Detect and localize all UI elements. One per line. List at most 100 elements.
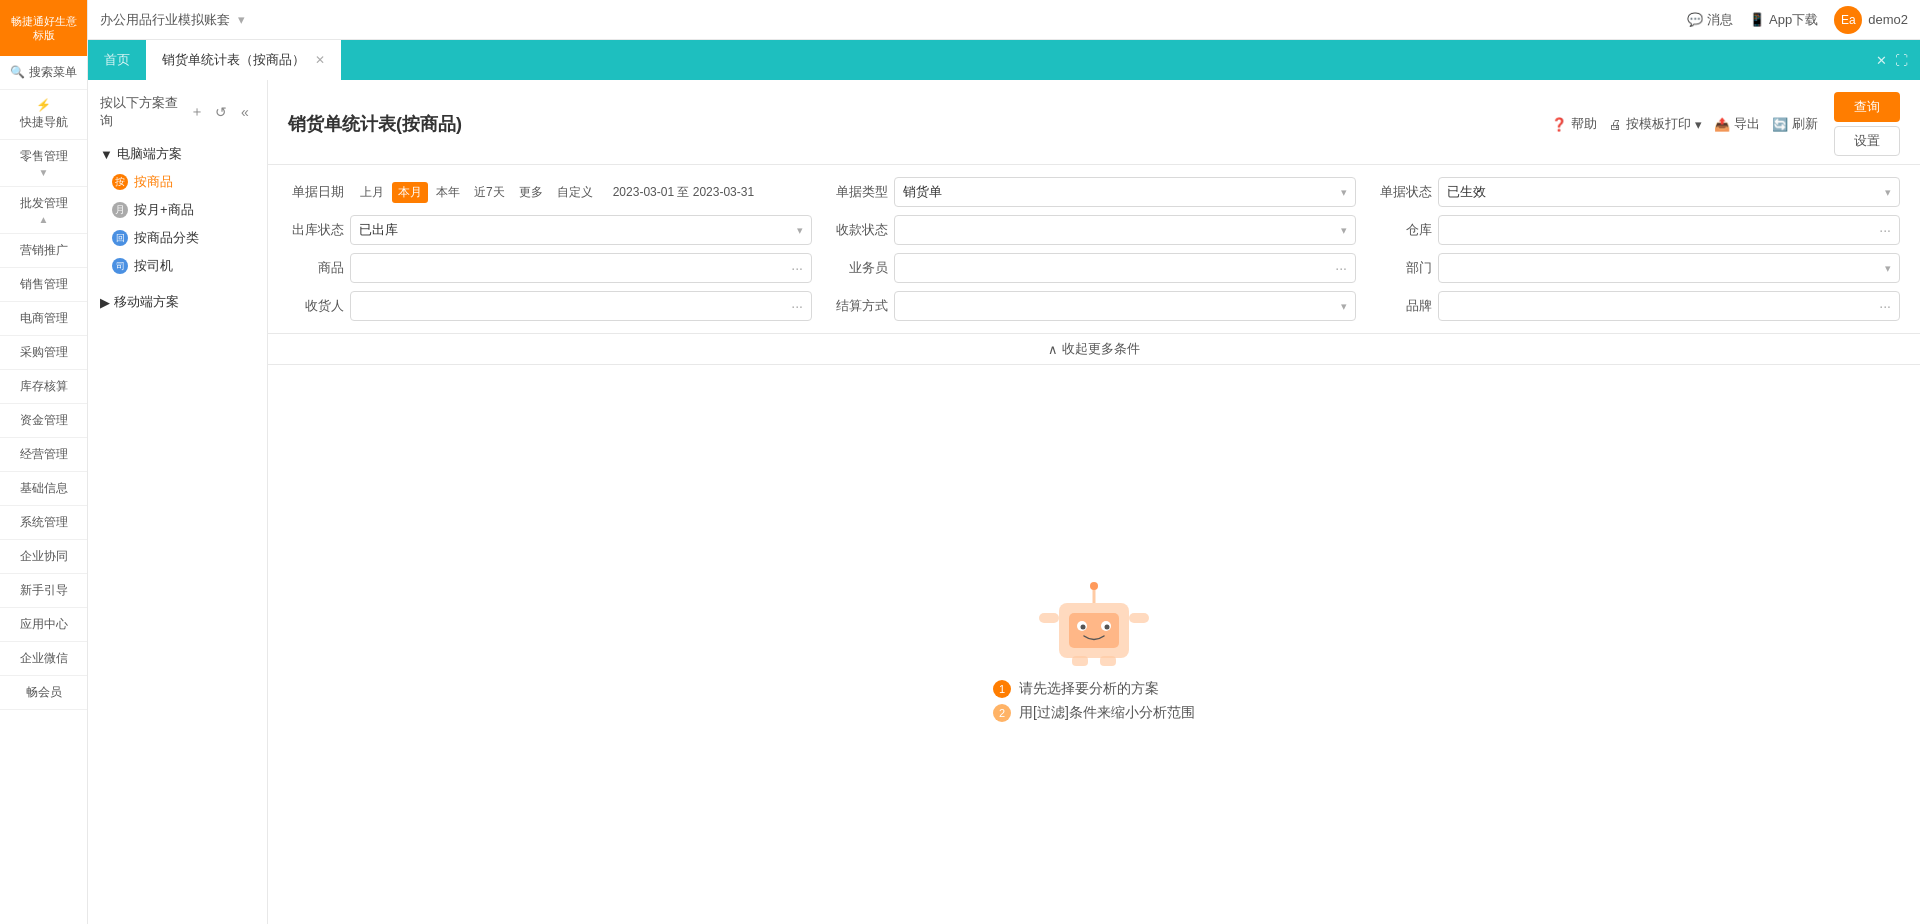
- sidebar-item-retail[interactable]: 零售管理 ▼: [0, 140, 87, 187]
- dropdown-arrow-icon[interactable]: ▾: [238, 12, 245, 27]
- settlement-arrow-icon: ▾: [1341, 300, 1347, 313]
- phone-icon: 📱: [1749, 12, 1765, 27]
- doc-type-control[interactable]: 销货单 ▾: [894, 177, 1356, 207]
- settlement-control[interactable]: ▾: [894, 291, 1356, 321]
- header-left: 办公用品行业模拟账套 ▾: [100, 11, 245, 29]
- goods-dots-icon: ···: [791, 260, 803, 276]
- tab-minimize-icon[interactable]: ✕: [1876, 53, 1887, 68]
- tree-item-by-driver[interactable]: 司 按司机: [88, 252, 267, 280]
- logo-subtext: 标版: [33, 28, 55, 42]
- doc-type-value: 销货单: [903, 183, 1337, 201]
- filter-row-2: 出库状态 已出库 ▾ 收款状态 ▾: [288, 215, 1900, 245]
- tree-item-by-month-goods[interactable]: 月 按月+商品: [88, 196, 267, 224]
- date-range-value: 2023-03-01 至 2023-03-31: [613, 184, 754, 201]
- empty-state: 1 请先选择要分析的方案 2 用[过滤]条件来缩小分析范围: [268, 365, 1920, 924]
- svg-point-4: [1081, 624, 1086, 629]
- sidebar-item-finance[interactable]: 资金管理: [0, 404, 87, 438]
- app-download-btn[interactable]: 📱 App下载: [1749, 11, 1818, 29]
- sidebar-item-sales[interactable]: 销售管理: [0, 268, 87, 302]
- filter-row-3: 商品 ··· 业务员 ···: [288, 253, 1900, 283]
- filter-goods: 商品 ···: [288, 253, 812, 283]
- doc-status-label: 单据状态: [1376, 183, 1432, 201]
- add-solution-btn[interactable]: ＋: [187, 102, 207, 122]
- empty-tips: 1 请先选择要分析的方案 2 用[过滤]条件来缩小分析范围: [993, 680, 1195, 722]
- out-status-value: 已出库: [359, 221, 793, 239]
- tree-desktop-parent[interactable]: ▼ 电脑端方案: [88, 140, 267, 168]
- goods-control[interactable]: ···: [350, 253, 812, 283]
- sidebar-item-inventory[interactable]: 库存核算: [0, 370, 87, 404]
- avatar: Ea: [1834, 6, 1862, 34]
- receipt-status-arrow-icon: ▾: [1341, 224, 1347, 237]
- receipt-status-label: 收款状态: [832, 221, 888, 239]
- brand-control[interactable]: ···: [1438, 291, 1900, 321]
- filter-out-status: 出库状态 已出库 ▾: [288, 215, 812, 245]
- sidebar-item-quicknav[interactable]: ⚡ 快捷导航: [0, 90, 87, 140]
- date-btn-thisyear[interactable]: 本年: [430, 182, 466, 203]
- refresh-icon: 🔄: [1772, 117, 1788, 132]
- filter-date: 单据日期 上月 本月 本年 近7天 更多 自定义 2023-03-01 至 20…: [288, 182, 812, 203]
- date-btn-thismonth[interactable]: 本月: [392, 182, 428, 203]
- sidebar-item-wholesale[interactable]: 批发管理 ▲: [0, 187, 87, 234]
- tree-mobile-parent[interactable]: ▶ 移动端方案: [88, 288, 267, 316]
- date-btn-7days[interactable]: 近7天: [468, 182, 511, 203]
- right-panel: 销货单统计表(按商品) ❓ 帮助 🖨 按模板打印 ▾ 📤: [268, 80, 1920, 924]
- sidebar-item-purchase[interactable]: 采购管理: [0, 336, 87, 370]
- user-section[interactable]: Ea demo2: [1834, 6, 1908, 34]
- header-right: 💬 消息 📱 App下载 Ea demo2: [1687, 6, 1908, 34]
- sidebar-item-system[interactable]: 系统管理: [0, 506, 87, 540]
- date-btn-custom[interactable]: 自定义: [551, 182, 599, 203]
- filter-salesperson: 业务员 ···: [832, 253, 1356, 283]
- date-btn-lastmonth[interactable]: 上月: [354, 182, 390, 203]
- sidebar-item-enterprise[interactable]: 企业协同: [0, 540, 87, 574]
- help-btn[interactable]: ❓ 帮助: [1551, 115, 1597, 133]
- warehouse-control[interactable]: ···: [1438, 215, 1900, 245]
- logo-text: 畅捷通好生意: [11, 14, 77, 28]
- tab-close-icon[interactable]: ✕: [315, 53, 325, 67]
- sidebar-item-basic[interactable]: 基础信息: [0, 472, 87, 506]
- salesperson-label: 业务员: [832, 259, 888, 277]
- message-icon: 💬: [1687, 12, 1703, 27]
- out-status-label: 出库状态: [288, 221, 344, 239]
- tree-item-by-category[interactable]: 回 按商品分类: [88, 224, 267, 252]
- query-button[interactable]: 查询: [1834, 92, 1900, 122]
- recipient-control[interactable]: ···: [350, 291, 812, 321]
- tip-num-1: 1: [993, 680, 1011, 698]
- settlement-label: 结算方式: [832, 297, 888, 315]
- collapse-bar[interactable]: ∧ 收起更多条件: [268, 334, 1920, 365]
- tab-home[interactable]: 首页: [88, 40, 146, 80]
- out-status-control[interactable]: 已出库 ▾: [350, 215, 812, 245]
- svg-rect-10: [1072, 656, 1088, 666]
- sidebar-search[interactable]: 🔍 搜索菜单: [0, 56, 87, 90]
- export-btn[interactable]: 📤 导出: [1714, 115, 1760, 133]
- dept-control[interactable]: ▾: [1438, 253, 1900, 283]
- sidebar-item-member[interactable]: 畅会员: [0, 676, 87, 710]
- refresh-solution-btn[interactable]: ↺: [211, 102, 231, 122]
- template-print-btn[interactable]: 🖨 按模板打印 ▾: [1609, 115, 1702, 133]
- date-btn-more[interactable]: 更多: [513, 182, 549, 203]
- tab-sales-stats[interactable]: 销货单统计表（按商品） ✕: [146, 40, 341, 80]
- sidebar-item-marketing[interactable]: 营销推广: [0, 234, 87, 268]
- by-category-icon: 回: [112, 230, 128, 246]
- sidebar-item-guide[interactable]: 新手引导: [0, 574, 87, 608]
- message-btn[interactable]: 💬 消息: [1687, 11, 1733, 29]
- by-driver-icon: 司: [112, 258, 128, 274]
- empty-illustration: [1034, 568, 1154, 668]
- tree-item-by-goods[interactable]: 按 按商品: [88, 168, 267, 196]
- sidebar-item-ecommerce[interactable]: 电商管理: [0, 302, 87, 336]
- doc-status-control[interactable]: 已生效 ▾: [1438, 177, 1900, 207]
- date-label: 单据日期: [288, 183, 344, 201]
- tab-expand-icon[interactable]: ⛶: [1895, 53, 1908, 68]
- tab-bar: 首页 销货单统计表（按商品） ✕ ✕ ⛶: [88, 40, 1920, 80]
- filter-row-4: 收货人 ··· 结算方式 ▾: [288, 291, 1900, 321]
- collapse-panel-btn[interactable]: «: [235, 102, 255, 122]
- filter-brand: 品牌 ···: [1376, 291, 1900, 321]
- receipt-status-control[interactable]: ▾: [894, 215, 1356, 245]
- main-area: 办公用品行业模拟账套 ▾ 💬 消息 📱 App下载 Ea demo2 首页: [88, 0, 1920, 924]
- salesperson-control[interactable]: ···: [894, 253, 1356, 283]
- sidebar-item-operations[interactable]: 经营管理: [0, 438, 87, 472]
- sidebar-item-wechat[interactable]: 企业微信: [0, 642, 87, 676]
- sidebar-item-appstore[interactable]: 应用中心: [0, 608, 87, 642]
- refresh-btn[interactable]: 🔄 刷新: [1772, 115, 1818, 133]
- setting-button[interactable]: 设置: [1834, 126, 1900, 156]
- brand-dots-icon: ···: [1879, 298, 1891, 314]
